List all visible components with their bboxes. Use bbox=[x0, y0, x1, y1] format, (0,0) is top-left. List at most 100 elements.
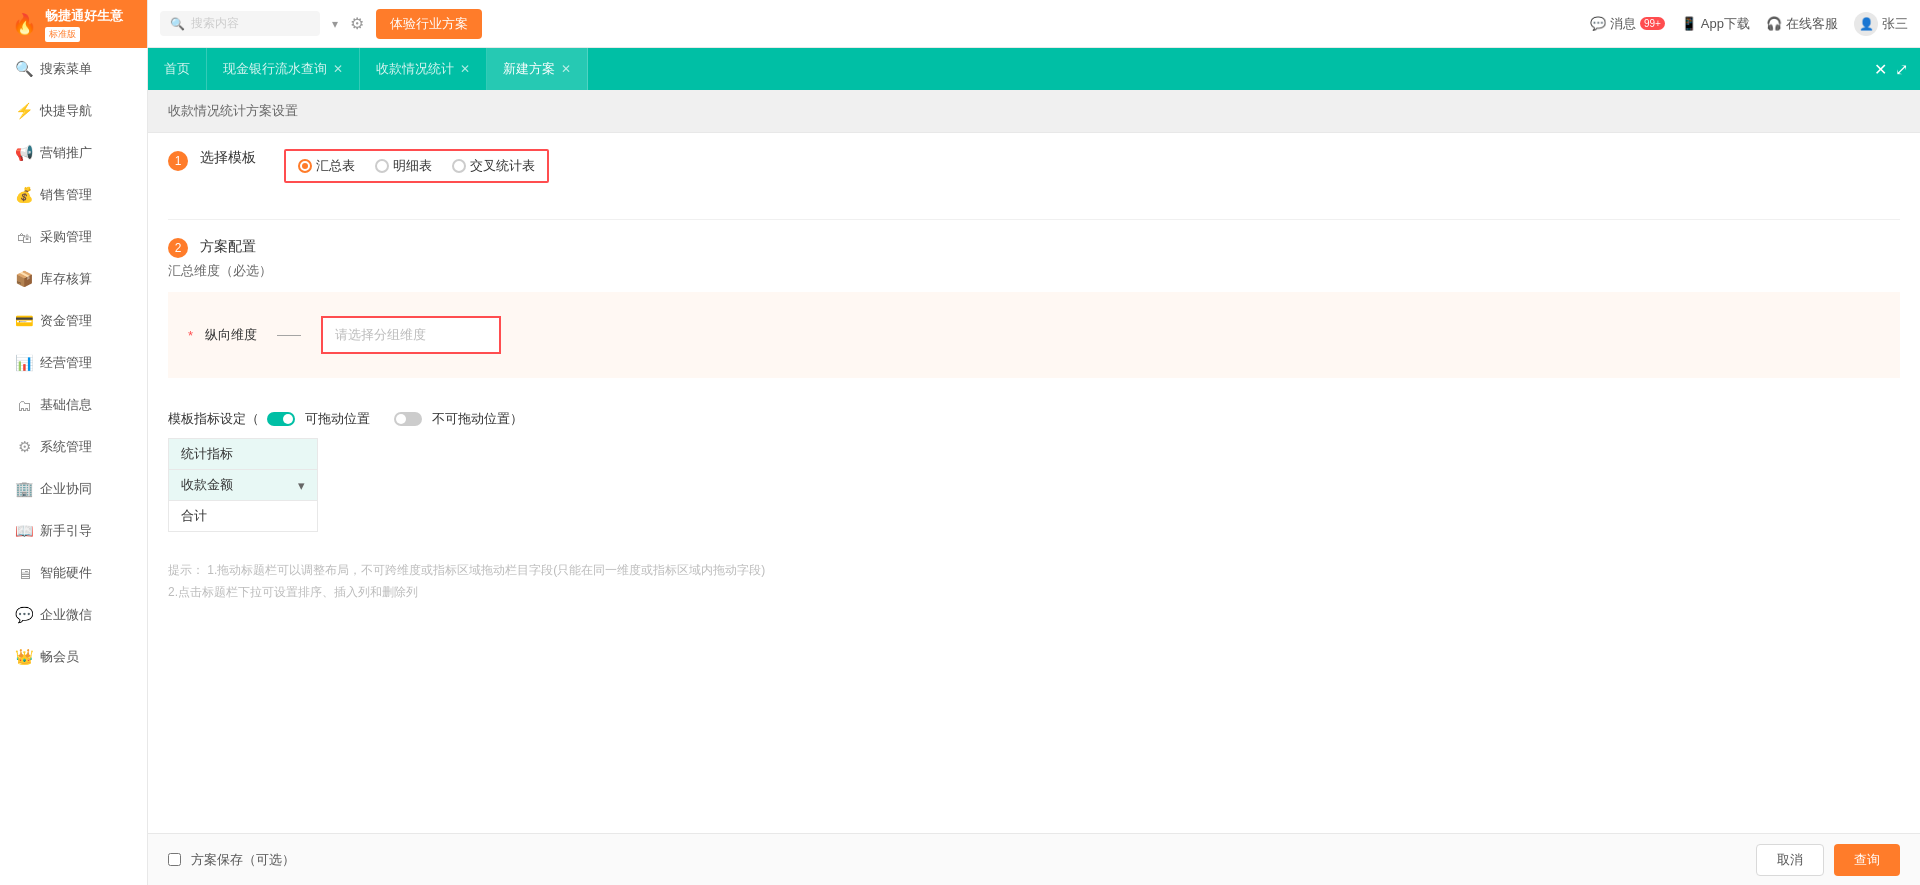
tip-line1: 提示： 1.拖动标题栏可以调整布局，不可跨维度或指标区域拖动栏目字段(只能在同一… bbox=[168, 560, 1900, 582]
sidebar-item-member[interactable]: 👑 畅会员 bbox=[0, 636, 147, 678]
tabs-maximize-icon[interactable]: ⤢ bbox=[1895, 60, 1908, 79]
tab-home-label: 首页 bbox=[164, 60, 190, 78]
online-support-button[interactable]: 🎧 在线客服 bbox=[1766, 15, 1838, 33]
sidebar-item-purchase[interactable]: 🛍 采购管理 bbox=[0, 216, 147, 258]
step2-header: 2 方案配置 bbox=[168, 236, 1900, 258]
tab-new-plan-close-icon[interactable]: ✕ bbox=[561, 62, 571, 76]
metrics-col-header[interactable]: 收款金额 ▾ bbox=[169, 470, 317, 501]
dimension-row-label: 纵向维度 bbox=[205, 326, 257, 344]
user-info[interactable]: 👤 张三 bbox=[1854, 12, 1908, 36]
content-wrapper: 收款情况统计方案设置 1 选择模板 汇总表 bbox=[148, 90, 1920, 885]
query-button[interactable]: 查询 bbox=[1834, 844, 1900, 876]
sidebar-item-enterprise[interactable]: 🏢 企业协同 bbox=[0, 468, 147, 510]
tab-collection-close-icon[interactable]: ✕ bbox=[460, 62, 470, 76]
message-label: 消息 bbox=[1610, 15, 1636, 33]
search-placeholder: 搜索内容 bbox=[191, 15, 239, 32]
logo-edition: 标准版 bbox=[45, 27, 80, 42]
sidebar-item-label: 销售管理 bbox=[40, 186, 92, 204]
sidebar-item-wechat[interactable]: 💬 企业微信 bbox=[0, 594, 147, 636]
member-icon: 👑 bbox=[16, 649, 32, 665]
tab-cashflow[interactable]: 现金银行流水查询 ✕ bbox=[207, 48, 360, 90]
metrics-config: 模板指标设定（ 可拖动位置 不可拖动位置） 统计指标 收款金额 ▾ bbox=[148, 410, 1920, 548]
sidebar-item-label: 新手引导 bbox=[40, 522, 92, 540]
dimension-select[interactable]: 请选择分组维度 bbox=[321, 316, 501, 354]
radio-summary[interactable]: 汇总表 bbox=[298, 157, 355, 175]
step1-row: 1 选择模板 汇总表 明细表 bbox=[168, 149, 1900, 183]
radio-crosstab[interactable]: 交叉统计表 bbox=[452, 157, 535, 175]
phone-icon: 📱 bbox=[1681, 16, 1697, 31]
tab-home[interactable]: 首页 bbox=[148, 48, 207, 90]
sidebar-item-system[interactable]: ⚙ 系统管理 bbox=[0, 426, 147, 468]
sidebar: 🔥 畅捷通好生意 标准版 🔍 搜索菜单 ⚡ 快捷导航 📢 营销推广 💰 销售管理… bbox=[0, 0, 148, 885]
dropdown-arrow-icon[interactable]: ▾ bbox=[332, 17, 338, 31]
sidebar-item-label: 库存核算 bbox=[40, 270, 92, 288]
logo-text: 畅捷通好生意 bbox=[45, 7, 123, 25]
cancel-button[interactable]: 取消 bbox=[1756, 844, 1824, 876]
dimension-box: * 纵向维度 —— 请选择分组维度 bbox=[168, 292, 1900, 378]
save-plan-check-input[interactable] bbox=[168, 853, 181, 866]
tab-new-plan-label: 新建方案 bbox=[503, 60, 555, 78]
tab-cashflow-close-icon[interactable]: ✕ bbox=[333, 62, 343, 76]
metrics-table-header: 统计指标 bbox=[169, 439, 317, 470]
industry-solution-button[interactable]: 体验行业方案 bbox=[376, 9, 482, 39]
sales-icon: 💰 bbox=[16, 187, 32, 203]
footer: 方案保存（可选） 取消 查询 bbox=[148, 833, 1920, 885]
management-icon: 📊 bbox=[16, 355, 32, 371]
sidebar-item-label: 企业微信 bbox=[40, 606, 92, 624]
finance-icon: 💳 bbox=[16, 313, 32, 329]
sidebar-item-marketing[interactable]: 📢 营销推广 bbox=[0, 132, 147, 174]
save-plan-checkbox[interactable]: 方案保存（可选） bbox=[168, 851, 295, 869]
inventory-icon: 📦 bbox=[16, 271, 32, 287]
marketing-icon: 📢 bbox=[16, 145, 32, 161]
step1-section: 1 选择模板 汇总表 明细表 bbox=[148, 133, 1920, 219]
sidebar-item-label: 采购管理 bbox=[40, 228, 92, 246]
step1-number: 1 bbox=[168, 151, 188, 171]
metrics-total-label: 合计 bbox=[181, 508, 207, 523]
app-download-button[interactable]: 📱 App下载 bbox=[1681, 15, 1750, 33]
tab-collection-stats-label: 收款情况统计 bbox=[376, 60, 454, 78]
topbar-search-box[interactable]: 🔍 搜索内容 bbox=[160, 11, 320, 36]
tab-bar: 首页 现金银行流水查询 ✕ 收款情况统计 ✕ 新建方案 ✕ ✕ ⤢ bbox=[148, 48, 1920, 90]
topbar-actions: 💬 消息 99+ 📱 App下载 🎧 在线客服 👤 张三 bbox=[1590, 12, 1908, 36]
sidebar-item-finance[interactable]: 💳 资金管理 bbox=[0, 300, 147, 342]
system-icon: ⚙ bbox=[16, 439, 32, 455]
non-draggable-toggle[interactable] bbox=[394, 412, 422, 426]
sidebar-item-basic[interactable]: 🗂 基础信息 bbox=[0, 384, 147, 426]
radio-detail[interactable]: 明细表 bbox=[375, 157, 432, 175]
quicknav-icon: ⚡ bbox=[16, 103, 32, 119]
page-header: 收款情况统计方案设置 bbox=[148, 90, 1920, 133]
metrics-table-header-label: 统计指标 bbox=[181, 445, 233, 463]
basic-icon: 🗂 bbox=[16, 397, 32, 413]
online-support-label: 在线客服 bbox=[1786, 15, 1838, 33]
sidebar-item-guide[interactable]: 📖 新手引导 bbox=[0, 510, 147, 552]
template-radio-group: 汇总表 明细表 交叉统计表 bbox=[284, 149, 549, 183]
message-button[interactable]: 💬 消息 99+ bbox=[1590, 15, 1665, 33]
radio-crosstab-label: 交叉统计表 bbox=[470, 157, 535, 175]
draggable-toggle[interactable] bbox=[267, 412, 295, 426]
metrics-total-row: 合计 bbox=[169, 501, 317, 531]
draggable-label: 可拖动位置 bbox=[305, 410, 370, 428]
search-icon: 🔍 bbox=[170, 17, 185, 31]
tab-collection-stats[interactable]: 收款情况统计 ✕ bbox=[360, 48, 487, 90]
required-mark: * bbox=[188, 328, 193, 343]
metrics-col-label: 收款金额 bbox=[181, 476, 233, 494]
content-inner: 收款情况统计方案设置 1 选择模板 汇总表 bbox=[148, 90, 1920, 833]
guide-icon: 📖 bbox=[16, 523, 32, 539]
sidebar-item-search[interactable]: 🔍 搜索菜单 bbox=[0, 48, 147, 90]
enterprise-icon: 🏢 bbox=[16, 481, 32, 497]
sidebar-item-hardware[interactable]: 🖥 智能硬件 bbox=[0, 552, 147, 594]
sidebar-item-management[interactable]: 📊 经营管理 bbox=[0, 342, 147, 384]
sidebar-item-quicknav[interactable]: ⚡ 快捷导航 bbox=[0, 90, 147, 132]
footer-actions: 取消 查询 bbox=[1756, 844, 1900, 876]
tab-new-plan[interactable]: 新建方案 ✕ bbox=[487, 48, 588, 90]
sidebar-item-sales[interactable]: 💰 销售管理 bbox=[0, 174, 147, 216]
main-area: 🔍 搜索内容 ▾ ⚙ 体验行业方案 💬 消息 99+ 📱 App下载 🎧 在线客… bbox=[148, 0, 1920, 885]
sidebar-item-label: 畅会员 bbox=[40, 648, 79, 666]
tabs-close-all-icon[interactable]: ✕ bbox=[1874, 60, 1887, 79]
sidebar-item-label: 经营管理 bbox=[40, 354, 92, 372]
tip-line2: 2.点击标题栏下拉可设置排序、插入列和删除列 bbox=[168, 582, 1900, 604]
gear-settings-icon[interactable]: ⚙ bbox=[350, 14, 364, 33]
step1-label: 选择模板 bbox=[200, 149, 256, 167]
topbar: 🔍 搜索内容 ▾ ⚙ 体验行业方案 💬 消息 99+ 📱 App下载 🎧 在线客… bbox=[148, 0, 1920, 48]
sidebar-item-inventory[interactable]: 📦 库存核算 bbox=[0, 258, 147, 300]
